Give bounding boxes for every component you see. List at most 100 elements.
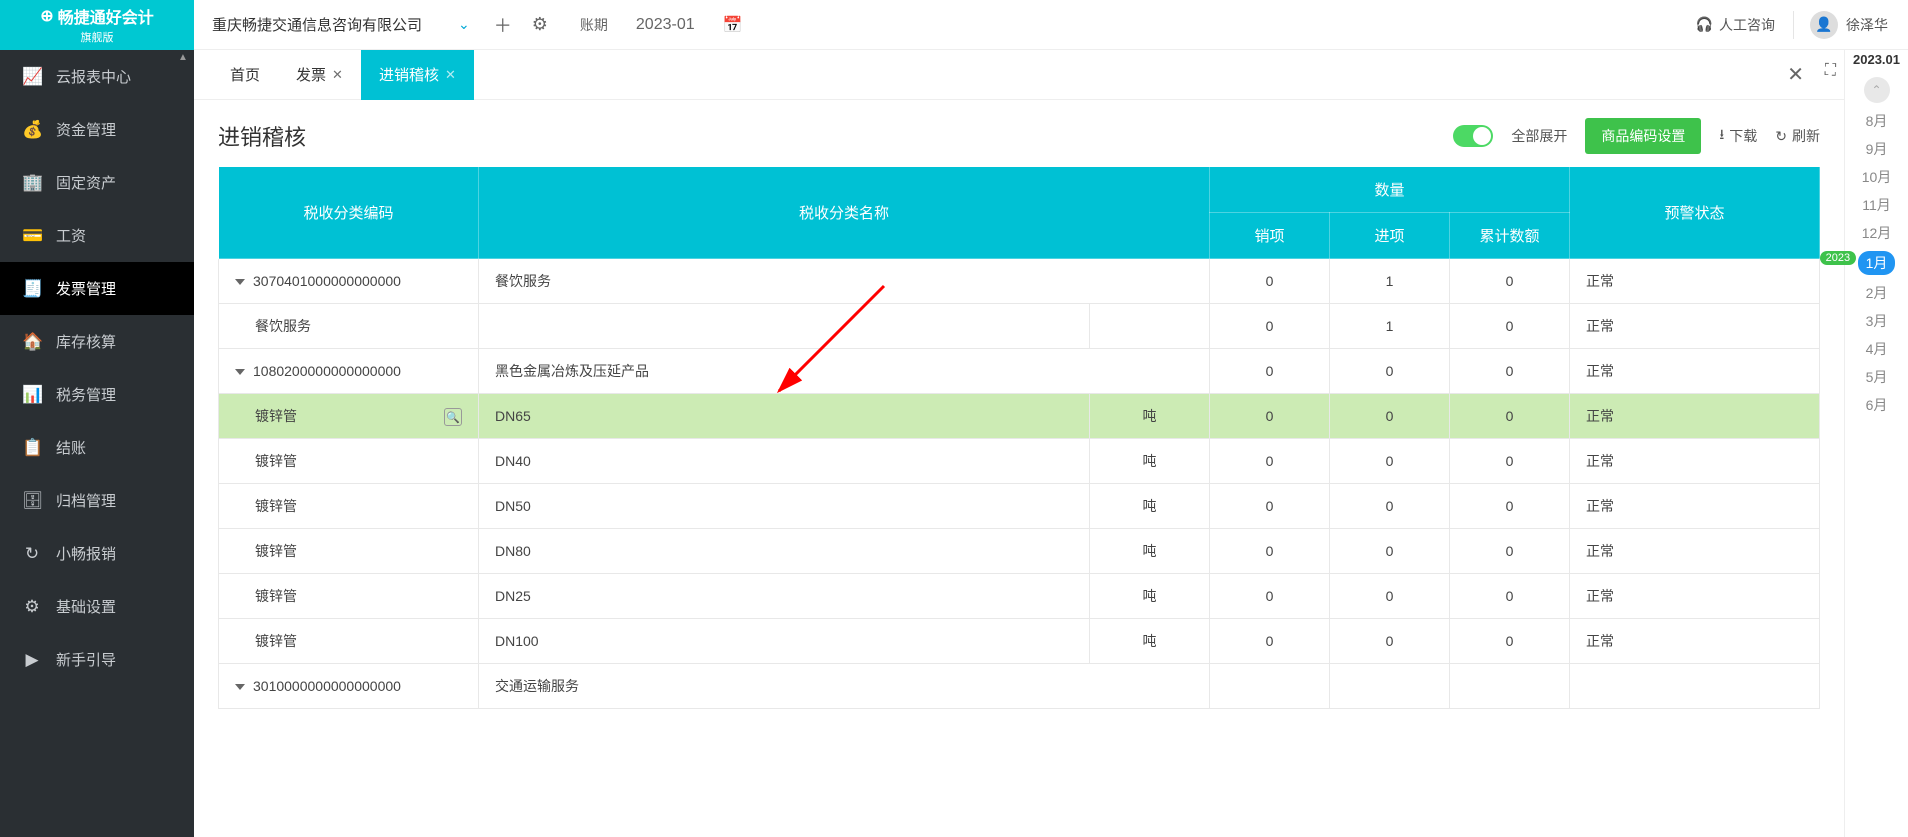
main: 首页发票✕进销稽核✕ ✕ ⛶ 进销稽核 全部展开 商品编码设置 ⭳ 下载 ↻ 刷… bbox=[194, 0, 1844, 837]
sidebar-icon: ↻ bbox=[22, 544, 42, 564]
cell-status: 正常 bbox=[1570, 304, 1820, 349]
cell-out: 0 bbox=[1210, 304, 1330, 349]
sidebar-item-9[interactable]: ↻小畅报销 bbox=[0, 527, 194, 580]
support-link[interactable]: 🎧 人工咨询 bbox=[1696, 15, 1775, 35]
company-selector[interactable]: 重庆畅捷交通信息咨询有限公司 ⌄ bbox=[212, 14, 470, 35]
plus-icon[interactable]: ＋ bbox=[494, 12, 512, 38]
month-item[interactable]: 8月 bbox=[1866, 111, 1888, 131]
cell-code: 镀锌管 bbox=[219, 529, 479, 574]
cell-unit: 吨 bbox=[1089, 574, 1209, 619]
table-row[interactable]: 镀锌管DN50吨000正常 bbox=[219, 484, 1820, 529]
expand-all-toggle[interactable] bbox=[1453, 125, 1493, 147]
close-icon[interactable]: ✕ bbox=[445, 67, 456, 83]
sidebar-label: 结账 bbox=[56, 437, 86, 458]
cell-in: 0 bbox=[1330, 439, 1450, 484]
refresh-button[interactable]: ↻ 刷新 bbox=[1775, 126, 1820, 146]
sidebar-item-7[interactable]: 📋结账 bbox=[0, 421, 194, 474]
sidebar-item-2[interactable]: 🏢固定资产 bbox=[0, 156, 194, 209]
search-icon[interactable]: 🔍 bbox=[444, 408, 462, 426]
table-row[interactable]: 1080200000000000000黑色金属冶炼及压延产品000正常 bbox=[219, 349, 1820, 394]
sidebar-icon: 🏢 bbox=[22, 173, 42, 193]
cell-unit: 吨 bbox=[1089, 619, 1209, 664]
expand-all-label: 全部展开 bbox=[1511, 126, 1567, 146]
cell-status: 正常 bbox=[1570, 529, 1820, 574]
cell-accum: 0 bbox=[1450, 484, 1570, 529]
month-item[interactable]: 2月 bbox=[1866, 283, 1888, 303]
scroll-up-button[interactable]: ⌃ bbox=[1864, 77, 1890, 103]
sidebar-item-8[interactable]: 🗄归档管理 bbox=[0, 474, 194, 527]
sidebar-item-1[interactable]: 💰资金管理 bbox=[0, 103, 194, 156]
table-row[interactable]: 镀锌管DN40吨000正常 bbox=[219, 439, 1820, 484]
sidebar-item-0[interactable]: 📈 云报表中心 bbox=[0, 50, 194, 103]
sidebar-icon: 🏠 bbox=[22, 332, 42, 352]
th-in: 进项 bbox=[1330, 213, 1450, 259]
sidebar-item-5[interactable]: 🏠库存核算 bbox=[0, 315, 194, 368]
table-row[interactable]: 3070401000000000000餐饮服务010正常 bbox=[219, 259, 1820, 304]
cell-status bbox=[1570, 664, 1820, 709]
cell-out: 0 bbox=[1210, 484, 1330, 529]
close-all-tabs[interactable]: ✕ bbox=[1787, 62, 1804, 87]
month-item[interactable]: 3月 bbox=[1866, 311, 1888, 331]
tab-2[interactable]: 进销稽核✕ bbox=[361, 50, 474, 100]
sidebar-icon: ⚙ bbox=[22, 597, 42, 617]
cell-unit: 吨 bbox=[1089, 394, 1209, 439]
cell-accum: 0 bbox=[1450, 574, 1570, 619]
month-item[interactable]: 4月 bbox=[1866, 339, 1888, 359]
username: 徐泽华 bbox=[1846, 15, 1888, 35]
sidebar-item-3[interactable]: 💳工资 bbox=[0, 209, 194, 262]
code-settings-button[interactable]: 商品编码设置 bbox=[1585, 118, 1701, 154]
cell-unit: 吨 bbox=[1089, 484, 1209, 529]
cell-code: 镀锌管 bbox=[219, 574, 479, 619]
sidebar-icon: 💰 bbox=[22, 120, 42, 140]
table-row[interactable]: 镀锌管DN25吨000正常 bbox=[219, 574, 1820, 619]
table-row[interactable]: 镀锌管🔍DN65吨000正常 bbox=[219, 394, 1820, 439]
sidebar-item-11[interactable]: ▶新手引导 bbox=[0, 633, 194, 686]
sidebar-label: 归档管理 bbox=[56, 490, 116, 511]
close-icon[interactable]: ✕ bbox=[332, 67, 343, 83]
gear-icon[interactable]: ⚙ bbox=[532, 14, 548, 35]
sidebar-item-6[interactable]: 📊税务管理 bbox=[0, 368, 194, 421]
download-button[interactable]: ⭳ 下载 bbox=[1719, 124, 1757, 148]
th-qty: 数量 bbox=[1210, 167, 1570, 213]
tab-0[interactable]: 首页 bbox=[212, 50, 278, 100]
sidebar-label: 云报表中心 bbox=[56, 66, 131, 87]
month-item[interactable]: 11月 bbox=[1862, 195, 1891, 215]
cell-name: 黑色金属冶炼及压延产品 bbox=[479, 349, 1210, 394]
support-label: 人工咨询 bbox=[1719, 15, 1775, 35]
expand-icon[interactable] bbox=[235, 369, 245, 375]
cell-spec: DN50 bbox=[479, 484, 1090, 529]
sidebar-item-10[interactable]: ⚙基础设置 bbox=[0, 580, 194, 633]
table-row[interactable]: 3010000000000000000交通运输服务 bbox=[219, 664, 1820, 709]
header-icons: ＋ ⚙ 账期 2023-01 📅 bbox=[494, 12, 743, 38]
table-row[interactable]: 镀锌管DN100吨000正常 bbox=[219, 619, 1820, 664]
expand-icon[interactable] bbox=[235, 279, 245, 285]
fullscreen-icon[interactable]: ⛶ bbox=[1825, 62, 1836, 80]
refresh-label: 刷新 bbox=[1792, 126, 1820, 146]
cell-spec: DN65 bbox=[479, 394, 1090, 439]
table-row[interactable]: 镀锌管DN80吨000正常 bbox=[219, 529, 1820, 574]
sidebar-icon: 📈 bbox=[22, 67, 42, 87]
cell-in: 0 bbox=[1330, 574, 1450, 619]
month-item[interactable]: 9月 bbox=[1866, 139, 1888, 159]
period-label: 账期 bbox=[580, 15, 608, 35]
expand-icon[interactable] bbox=[235, 684, 245, 690]
tab-1[interactable]: 发票✕ bbox=[278, 50, 361, 100]
cell-code: 镀锌管 bbox=[219, 484, 479, 529]
avatar: 👤 bbox=[1810, 11, 1838, 39]
cell-in bbox=[1330, 664, 1450, 709]
cell-accum: 0 bbox=[1450, 619, 1570, 664]
month-item[interactable]: 12月 bbox=[1862, 223, 1892, 243]
sidebar: ▲ 📈云报表中心💰资金管理🏢固定资产💳工资🧾发票管理🏠库存核算📊税务管理📋结账🗄… bbox=[0, 0, 194, 837]
month-item[interactable]: 5月 bbox=[1866, 367, 1888, 387]
headset-icon: 🎧 bbox=[1696, 16, 1713, 33]
month-item[interactable]: 1月2023 bbox=[1858, 251, 1896, 275]
cell-status: 正常 bbox=[1570, 439, 1820, 484]
sidebar-item-4[interactable]: 🧾发票管理 bbox=[0, 262, 194, 315]
rail-to: 2023.01 bbox=[1853, 52, 1900, 67]
month-item[interactable]: 10月 bbox=[1862, 167, 1892, 187]
user-menu[interactable]: 👤 徐泽华 bbox=[1793, 11, 1888, 39]
calendar-icon[interactable]: 📅 bbox=[723, 15, 743, 35]
table-row[interactable]: 餐饮服务010正常 bbox=[219, 304, 1820, 349]
sidebar-label: 发票管理 bbox=[56, 278, 116, 299]
month-item[interactable]: 6月 bbox=[1866, 395, 1888, 415]
